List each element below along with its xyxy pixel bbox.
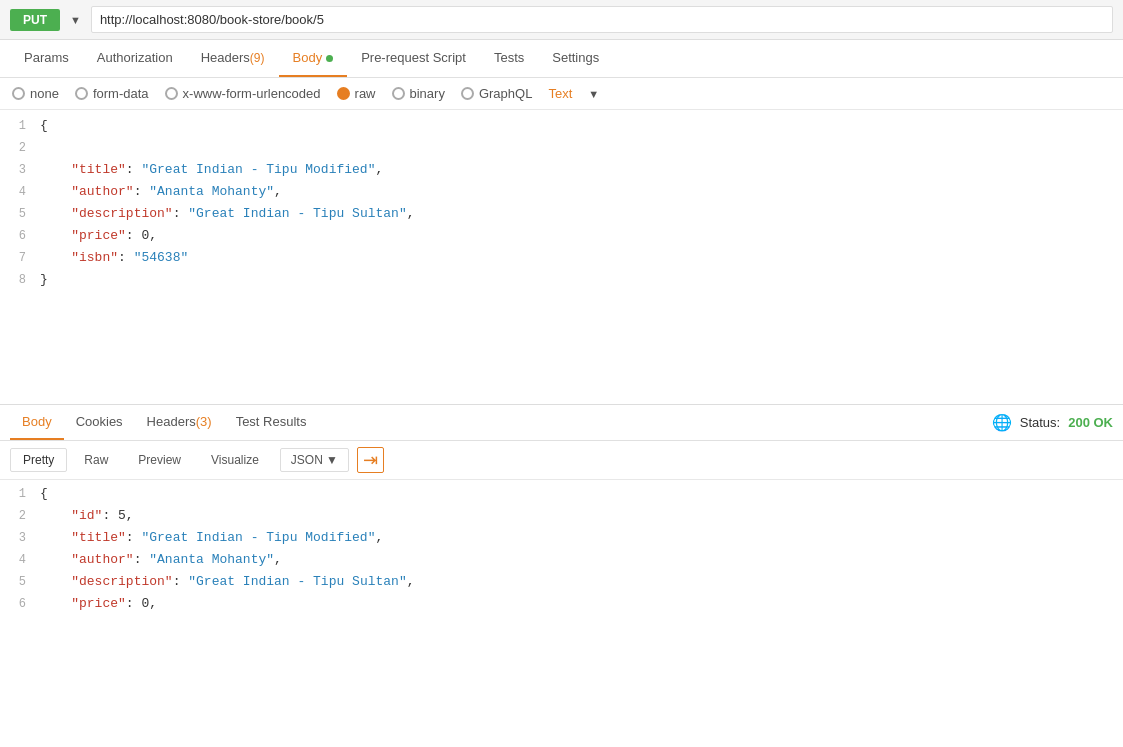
line-content: "description": "Great Indian - Tipu Sult… — [40, 206, 1123, 221]
radio-form-data[interactable]: form-data — [75, 86, 149, 101]
line-content: { — [40, 118, 1123, 133]
line-content: { — [40, 486, 1123, 501]
line-content: "isbn": "54638" — [40, 250, 1123, 265]
raw-type-dropdown-arrow[interactable]: ▼ — [588, 88, 599, 100]
line-number: 1 — [0, 486, 40, 501]
tab-params[interactable]: Params — [10, 40, 83, 77]
code-line: 5 "description": "Great Indian - Tipu Su… — [0, 206, 1123, 228]
code-line: 1{ — [0, 118, 1123, 140]
line-number: 8 — [0, 272, 40, 287]
radio-raw-circle — [337, 87, 350, 100]
tab-prerequest[interactable]: Pre-request Script — [347, 40, 480, 77]
globe-icon: 🌐 — [992, 413, 1012, 432]
status-label: Status: — [1020, 415, 1060, 430]
line-content: "price": 0, — [40, 596, 1123, 611]
line-number: 3 — [0, 530, 40, 545]
radio-none-circle — [12, 87, 25, 100]
resp-tab-body[interactable]: Body — [10, 405, 64, 440]
response-tabs-row: Body Cookies Headers(3) Test Results 🌐 S… — [0, 405, 1123, 441]
radio-formdata-circle — [75, 87, 88, 100]
line-number: 2 — [0, 508, 40, 523]
line-content: "id": 5, — [40, 508, 1123, 523]
resp-visualize-btn[interactable]: Visualize — [198, 448, 272, 472]
radio-binary-circle — [392, 87, 405, 100]
line-content: "price": 0, — [40, 228, 1123, 243]
line-content: "description": "Great Indian - Tipu Sult… — [40, 574, 1123, 589]
code-line: 7 "isbn": "54638" — [0, 250, 1123, 272]
code-line: 6 "price": 0, — [0, 596, 1123, 618]
code-line: 2 "id": 5, — [0, 508, 1123, 530]
code-line: 3 "title": "Great Indian - Tipu Modified… — [0, 162, 1123, 184]
format-dropdown-arrow: ▼ — [326, 453, 338, 467]
code-line: 4 "author": "Ananta Mohanty", — [0, 552, 1123, 574]
response-body-viewer: 1{2 "id": 5,3 "title": "Great Indian - T… — [0, 480, 1123, 655]
tab-headers[interactable]: Headers(9) — [187, 40, 279, 77]
wrap-button[interactable]: ⇥ — [357, 447, 384, 473]
radio-binary[interactable]: binary — [392, 86, 445, 101]
radio-raw[interactable]: raw — [337, 86, 376, 101]
line-content: } — [40, 272, 1123, 287]
url-bar: PUT ▼ — [0, 0, 1123, 40]
code-line: 6 "price": 0, — [0, 228, 1123, 250]
code-line: 3 "title": "Great Indian - Tipu Modified… — [0, 530, 1123, 552]
code-line: 4 "author": "Ananta Mohanty", — [0, 184, 1123, 206]
line-number: 6 — [0, 596, 40, 611]
response-section: Body Cookies Headers(3) Test Results 🌐 S… — [0, 405, 1123, 655]
line-number: 1 — [0, 118, 40, 133]
body-type-row: none form-data x-www-form-urlencoded raw… — [0, 78, 1123, 110]
tab-authorization[interactable]: Authorization — [83, 40, 187, 77]
request-tabs: Params Authorization Headers(9) Body Pre… — [0, 40, 1123, 78]
resp-tab-headers[interactable]: Headers(3) — [135, 405, 224, 440]
resp-tab-testresults[interactable]: Test Results — [224, 405, 319, 440]
body-active-dot — [326, 55, 333, 62]
resp-toolbar: Pretty Raw Preview Visualize JSON ▼ ⇥ — [0, 441, 1123, 480]
code-line: 5 "description": "Great Indian - Tipu Su… — [0, 574, 1123, 596]
line-number: 6 — [0, 228, 40, 243]
resp-format-dropdown[interactable]: JSON ▼ — [280, 448, 349, 472]
line-content: "author": "Ananta Mohanty", — [40, 552, 1123, 567]
status-code: 200 OK — [1068, 415, 1113, 430]
radio-urlencoded-circle — [165, 87, 178, 100]
resp-pretty-btn[interactable]: Pretty — [10, 448, 67, 472]
raw-text-label[interactable]: Text — [548, 86, 572, 101]
line-number: 2 — [0, 140, 40, 155]
line-number: 4 — [0, 184, 40, 199]
code-line: 2 — [0, 140, 1123, 162]
line-number: 5 — [0, 206, 40, 221]
line-content: "title": "Great Indian - Tipu Modified", — [40, 162, 1123, 177]
line-content: "title": "Great Indian - Tipu Modified", — [40, 530, 1123, 545]
request-body-editor[interactable]: 1{2 3 "title": "Great Indian - Tipu Modif… — [0, 110, 1123, 405]
line-number: 5 — [0, 574, 40, 589]
method-button[interactable]: PUT — [10, 9, 60, 31]
resp-tab-cookies[interactable]: Cookies — [64, 405, 135, 440]
radio-graphql-circle — [461, 87, 474, 100]
line-number: 7 — [0, 250, 40, 265]
line-number: 4 — [0, 552, 40, 567]
resp-raw-btn[interactable]: Raw — [71, 448, 121, 472]
code-line: 8} — [0, 272, 1123, 294]
method-dropdown[interactable]: ▼ — [68, 10, 83, 30]
radio-none[interactable]: none — [12, 86, 59, 101]
line-number: 3 — [0, 162, 40, 177]
radio-urlencoded[interactable]: x-www-form-urlencoded — [165, 86, 321, 101]
code-line: 1{ — [0, 486, 1123, 508]
tab-body[interactable]: Body — [279, 40, 348, 77]
tab-settings[interactable]: Settings — [538, 40, 613, 77]
resp-preview-btn[interactable]: Preview — [125, 448, 194, 472]
url-input[interactable] — [91, 6, 1113, 33]
line-content: "author": "Ananta Mohanty", — [40, 184, 1123, 199]
tab-tests[interactable]: Tests — [480, 40, 538, 77]
radio-graphql[interactable]: GraphQL — [461, 86, 532, 101]
status-area: 🌐 Status: 200 OK — [992, 413, 1113, 432]
